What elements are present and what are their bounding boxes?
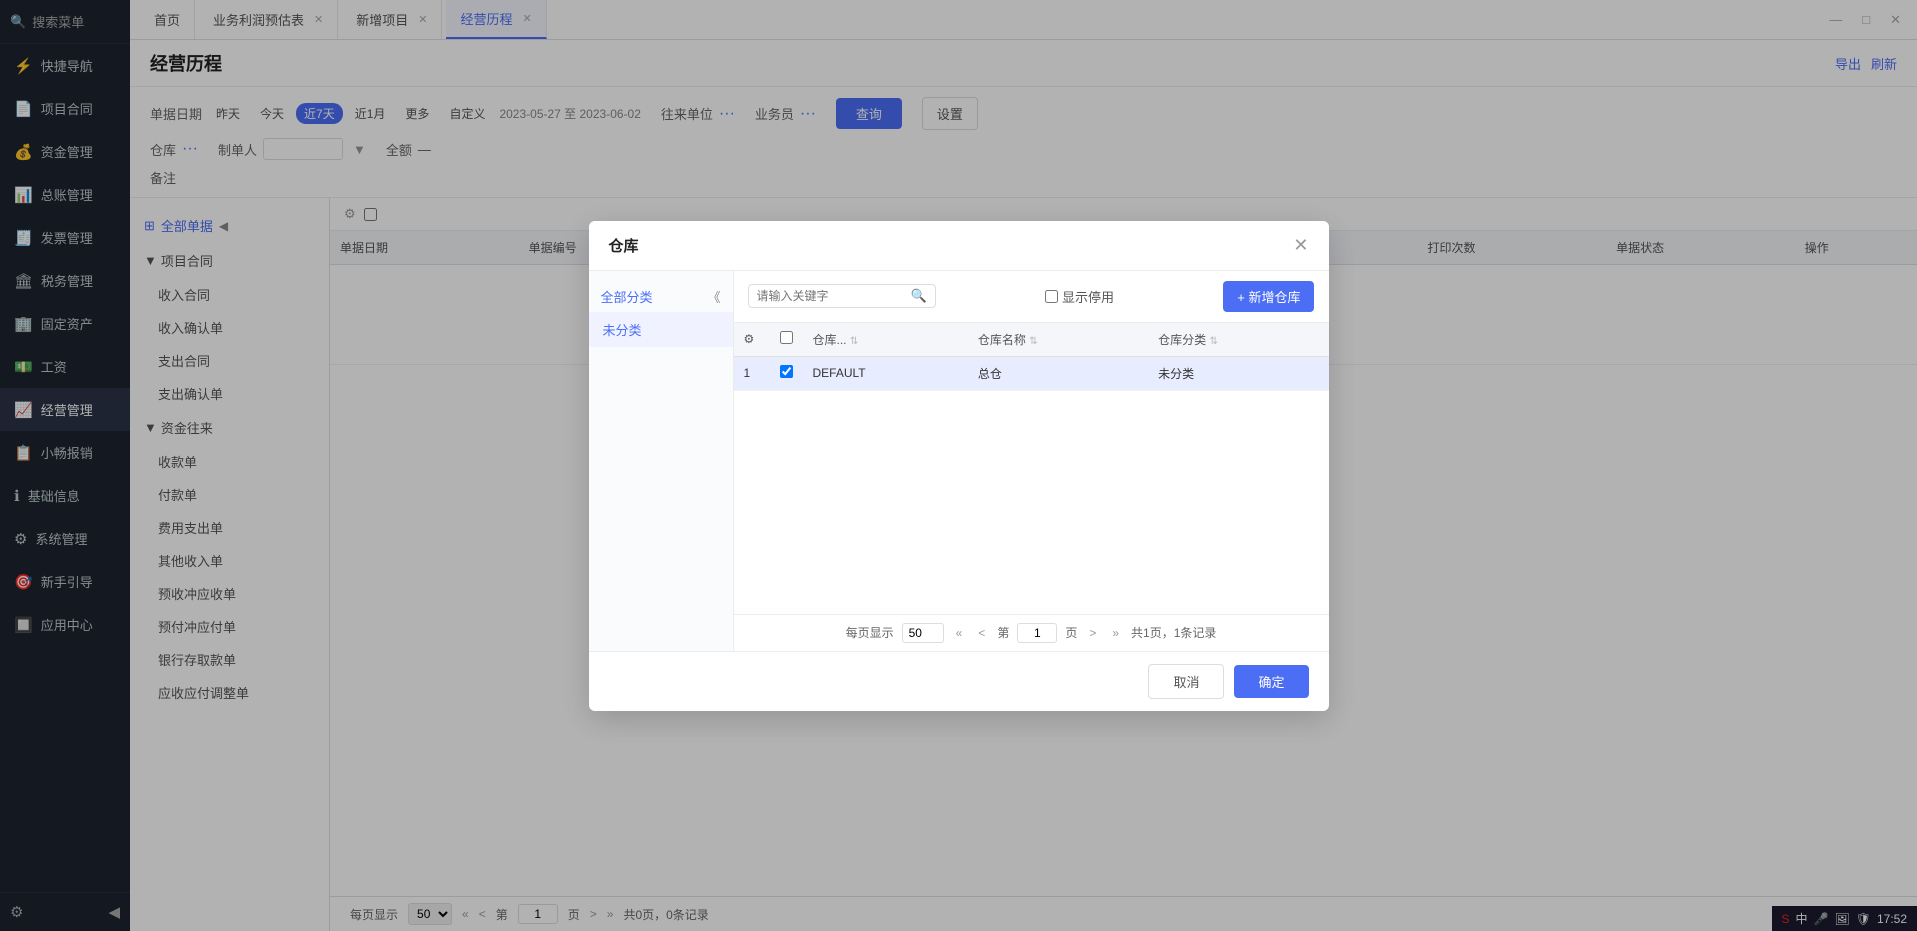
modal-page-input[interactable] (1017, 623, 1057, 643)
show-disabled-checkbox[interactable] (1045, 290, 1058, 303)
modal-action-footer: 取消 确定 (589, 651, 1329, 711)
modal-left-panel: 全部分类 《 未分类 (589, 271, 734, 651)
modal-left-item-0[interactable]: 未分类 (589, 312, 733, 347)
modal-table-body: 1 DEFAULT 总仓 未分类 (734, 356, 1329, 390)
modal-table: ⚙ 仓库... ⇅ 仓库名称 ⇅ 仓库分类 ⇅ 1 DEFAULT 总仓 未分类 (734, 323, 1329, 391)
modal-left-header: 全部分类 《 (589, 281, 733, 312)
row-name-0: 总仓 (968, 356, 1148, 390)
modal-all-label[interactable]: 全部分类 (601, 287, 653, 306)
modal-page-label: 页 (1065, 624, 1077, 641)
modal-table-header: ⚙ 仓库... ⇅ 仓库名称 ⇅ 仓库分类 ⇅ (734, 323, 1329, 357)
confirm-button[interactable]: 确定 (1234, 665, 1308, 698)
modal-right-panel: 🔍 显示停用 + 新增仓库 ⚙ 仓库... ⇅ (734, 271, 1329, 651)
show-disabled-filter: 显示停用 (1045, 287, 1114, 306)
col-code: 仓库... ⇅ (803, 323, 968, 357)
modal-last-page[interactable]: » (1108, 624, 1123, 642)
modal-search-input[interactable] (757, 285, 907, 307)
modal-body: 全部分类 《 未分类 🔍 显示停用 + 新增仓库 (589, 271, 1329, 651)
row-id-0: 1 (734, 356, 770, 390)
modal-search-icon[interactable]: 🔍 (911, 288, 927, 304)
modal-title: 仓库 (609, 235, 639, 256)
modal-total-label: 共1页，1条记录 (1131, 624, 1216, 641)
row-code-0: DEFAULT (803, 356, 968, 390)
col-name: 仓库名称 ⇅ (968, 323, 1148, 357)
modal-search-box: 🔍 (748, 284, 936, 308)
modal-per-page-select[interactable]: 50 (902, 623, 944, 643)
modal-overlay: 仓库 ✕ 全部分类 《 未分类 🔍 (0, 0, 1917, 931)
modal-first-page[interactable]: « (952, 624, 967, 642)
warehouse-modal: 仓库 ✕ 全部分类 《 未分类 🔍 (589, 221, 1329, 711)
modal-table-row-0[interactable]: 1 DEFAULT 总仓 未分类 (734, 356, 1329, 390)
col-checkbox[interactable] (770, 323, 803, 357)
modal-left-toggle[interactable]: 《 (707, 287, 720, 306)
cancel-button[interactable]: 取消 (1148, 664, 1224, 699)
modal-next-page[interactable]: > (1085, 624, 1100, 642)
col-category: 仓库分类 ⇅ (1148, 323, 1328, 357)
modal-close-button[interactable]: ✕ (1293, 235, 1308, 256)
modal-pagination: 每页显示 50 « < 第 页 > » 共1页，1条记录 (734, 614, 1329, 651)
modal-select-all[interactable] (780, 331, 793, 344)
row-category-0: 未分类 (1148, 356, 1328, 390)
modal-prev-page[interactable]: < (974, 624, 989, 642)
row-checkbox-0[interactable] (770, 356, 803, 390)
modal-header: 仓库 ✕ (589, 221, 1329, 271)
add-warehouse-button[interactable]: + 新增仓库 (1223, 281, 1314, 312)
modal-toolbar: 🔍 显示停用 + 新增仓库 (734, 271, 1329, 323)
modal-page-prefix: 第 (997, 624, 1009, 641)
modal-per-page-label: 每页显示 (846, 624, 894, 641)
modal-left-items: 未分类 (589, 312, 733, 347)
modal-table-container: ⚙ 仓库... ⇅ 仓库名称 ⇅ 仓库分类 ⇅ 1 DEFAULT 总仓 未分类 (734, 323, 1329, 614)
col-settings[interactable]: ⚙ (734, 323, 770, 357)
show-disabled-label: 显示停用 (1062, 287, 1114, 306)
